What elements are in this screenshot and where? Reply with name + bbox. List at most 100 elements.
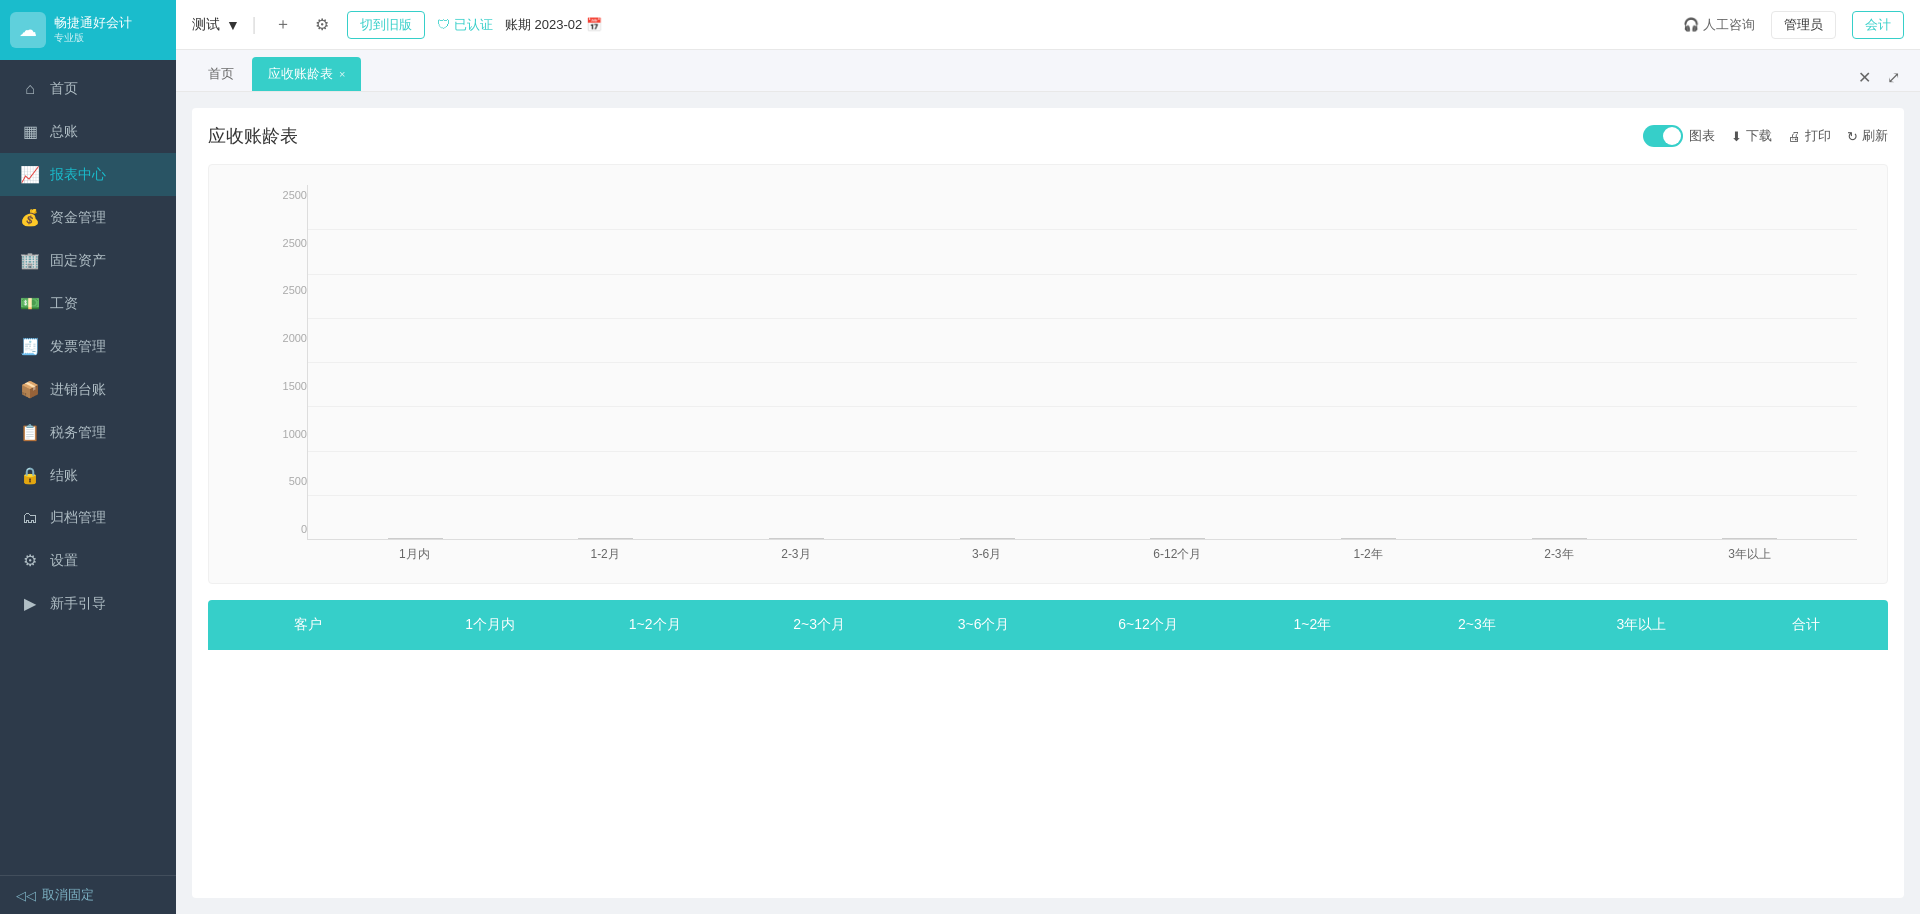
chart-toggle-label: 图表 <box>1689 127 1715 145</box>
grid-line-4 <box>308 362 1857 363</box>
bar-group-2 <box>519 538 694 539</box>
bar-6-12月 <box>1150 538 1205 539</box>
settings-icon: ⚙ <box>20 551 40 570</box>
page-title: 应收账龄表 <box>208 124 298 148</box>
sidebar-item-assets[interactable]: 🏢 固定资产 <box>0 239 176 282</box>
sidebar-item-funds[interactable]: 💰 资金管理 <box>0 196 176 239</box>
y-label-500: 500 <box>259 475 307 487</box>
chart-toggle-area: 图表 <box>1643 125 1715 147</box>
grid-line-2 <box>308 274 1857 275</box>
th-2-3year: 2~3年 <box>1395 600 1559 650</box>
grid-line-5 <box>308 406 1857 407</box>
bar-3-6月 <box>960 538 1015 539</box>
tab-close-icon[interactable]: × <box>339 68 345 80</box>
sidebar-item-closing[interactable]: 🔒 结账 <box>0 454 176 497</box>
sidebar-item-guide[interactable]: ▶ 新手引导 <box>0 582 176 625</box>
chart-toggle-switch[interactable] <box>1643 125 1683 147</box>
bar-3年以上 <box>1722 538 1777 539</box>
y-label-1000: 1000 <box>259 428 307 440</box>
bar-group-5 <box>1091 538 1266 539</box>
bar-group-4 <box>900 538 1075 539</box>
sidebar-item-reports[interactable]: 📈 报表中心 <box>0 153 176 196</box>
assets-icon: 🏢 <box>20 251 40 270</box>
x-label-2: 1-2月 <box>518 546 693 563</box>
sidebar-nav: ⌂ 首页 ▦ 总账 📈 报表中心 💰 资金管理 🏢 固定资产 💵 工资 🧾 发票… <box>0 60 176 875</box>
company-selector[interactable]: 测试 ▼ <box>192 16 240 34</box>
toggle-knob <box>1663 127 1681 145</box>
chart-plot-area <box>307 185 1857 540</box>
tabs-right-actions: ✕ ⤢ <box>1854 64 1904 91</box>
y-label-2500a: 2500 <box>259 284 307 296</box>
sidebar-item-home[interactable]: ⌂ 首页 <box>0 68 176 110</box>
bar-2-3月 <box>769 538 824 539</box>
unpin-icon: ◁◁ <box>16 888 36 903</box>
sidebar-item-invoice[interactable]: 🧾 发票管理 <box>0 325 176 368</box>
support-button[interactable]: 🎧 人工咨询 <box>1683 16 1755 34</box>
chart-area: 0 500 1000 1500 2000 2500 2500 2500 <box>208 164 1888 584</box>
grid-line-7 <box>308 495 1857 496</box>
x-labels: 1月内 1-2月 2-3月 3-6月 6-12个月 1-2年 2-3年 3年以上 <box>307 540 1857 563</box>
reports-icon: 📈 <box>20 165 40 184</box>
sidebar-item-ledger[interactable]: ▦ 总账 <box>0 110 176 153</box>
download-button[interactable]: ⬇ 下载 <box>1731 127 1772 145</box>
sidebar: ☁ 畅捷通好会计 专业版 ⌂ 首页 ▦ 总账 📈 报表中心 💰 资金管理 🏢 固… <box>0 0 176 914</box>
y-label-2000: 2000 <box>259 332 307 344</box>
sidebar-item-payroll[interactable]: 💵 工资 <box>0 282 176 325</box>
purchase-icon: 📦 <box>20 380 40 399</box>
y-label-0: 0 <box>259 523 307 535</box>
headset-icon: 🎧 <box>1683 17 1699 32</box>
bars-container <box>308 538 1857 539</box>
th-total: 合计 <box>1724 600 1888 650</box>
certified-badge: 🛡 已认证 <box>437 16 493 34</box>
settings-button[interactable]: ⚙ <box>309 11 335 38</box>
bar-group-3 <box>709 538 884 539</box>
switch-version-button[interactable]: 切到旧版 <box>347 11 425 39</box>
main-area: 测试 ▼ | ＋ ⚙ 切到旧版 🛡 已认证 账期 2023-02 📅 🎧 人工咨… <box>176 0 1920 914</box>
sidebar-logo[interactable]: ☁ 畅捷通好会计 专业版 <box>0 0 176 60</box>
print-button[interactable]: 🖨 打印 <box>1788 127 1831 145</box>
logo-text: 畅捷通好会计 专业版 <box>54 15 132 46</box>
role-button[interactable]: 会计 <box>1852 11 1904 39</box>
funds-icon: 💰 <box>20 208 40 227</box>
user-button[interactable]: 管理员 <box>1771 11 1836 39</box>
company-name: 测试 <box>192 16 220 34</box>
tab-home[interactable]: 首页 <box>192 57 250 91</box>
bar-group-7 <box>1472 538 1647 539</box>
bar-group-8 <box>1662 538 1837 539</box>
th-1month: 1个月内 <box>408 600 572 650</box>
x-label-5: 6-12个月 <box>1090 546 1265 563</box>
topbar: 测试 ▼ | ＋ ⚙ 切到旧版 🛡 已认证 账期 2023-02 📅 🎧 人工咨… <box>176 0 1920 50</box>
print-icon: 🖨 <box>1788 129 1801 144</box>
add-button[interactable]: ＋ <box>269 10 297 39</box>
x-label-8: 3年以上 <box>1662 546 1837 563</box>
table-header: 客户 1个月内 1~2个月 2~3个月 3~6个月 6~12个月 1~2年 2~… <box>208 600 1888 650</box>
expand-panel-button[interactable]: ⤢ <box>1883 64 1904 91</box>
y-label-2500c: 2500 <box>259 189 307 201</box>
sidebar-item-settings[interactable]: ⚙ 设置 <box>0 539 176 582</box>
refresh-button[interactable]: ↻ 刷新 <box>1847 127 1888 145</box>
company-dropdown-icon: ▼ <box>226 17 240 33</box>
th-6-12month: 6~12个月 <box>1066 600 1230 650</box>
close-panel-button[interactable]: ✕ <box>1854 64 1875 91</box>
x-label-6: 1-2年 <box>1281 546 1456 563</box>
calendar-icon[interactable]: 📅 <box>586 17 602 32</box>
tab-ar-aging[interactable]: 应收账龄表 × <box>252 57 361 91</box>
content-actions: 图表 ⬇ 下载 🖨 打印 ↻ 刷新 <box>1643 125 1888 147</box>
bar-group-6 <box>1281 538 1456 539</box>
th-customer: 客户 <box>208 600 408 650</box>
payroll-icon: 💵 <box>20 294 40 313</box>
grid-line-3 <box>308 318 1857 319</box>
bar-2-3年 <box>1532 538 1587 539</box>
period-display: 账期 2023-02 📅 <box>505 16 603 34</box>
bar-1-2年 <box>1341 538 1396 539</box>
invoice-icon: 🧾 <box>20 337 40 356</box>
shield-icon: 🛡 <box>437 17 450 32</box>
sidebar-item-tax[interactable]: 📋 税务管理 <box>0 411 176 454</box>
bar-1月内 <box>388 538 443 539</box>
sidebar-item-purchase[interactable]: 📦 进销台账 <box>0 368 176 411</box>
page-content: 应收账龄表 图表 ⬇ 下载 🖨 打印 <box>176 92 1920 914</box>
th-3year-plus: 3年以上 <box>1559 600 1723 650</box>
topbar-divider-1: | <box>252 14 257 35</box>
unpin-button[interactable]: ◁◁ 取消固定 <box>0 875 176 914</box>
sidebar-item-archive[interactable]: 🗂 归档管理 <box>0 497 176 539</box>
